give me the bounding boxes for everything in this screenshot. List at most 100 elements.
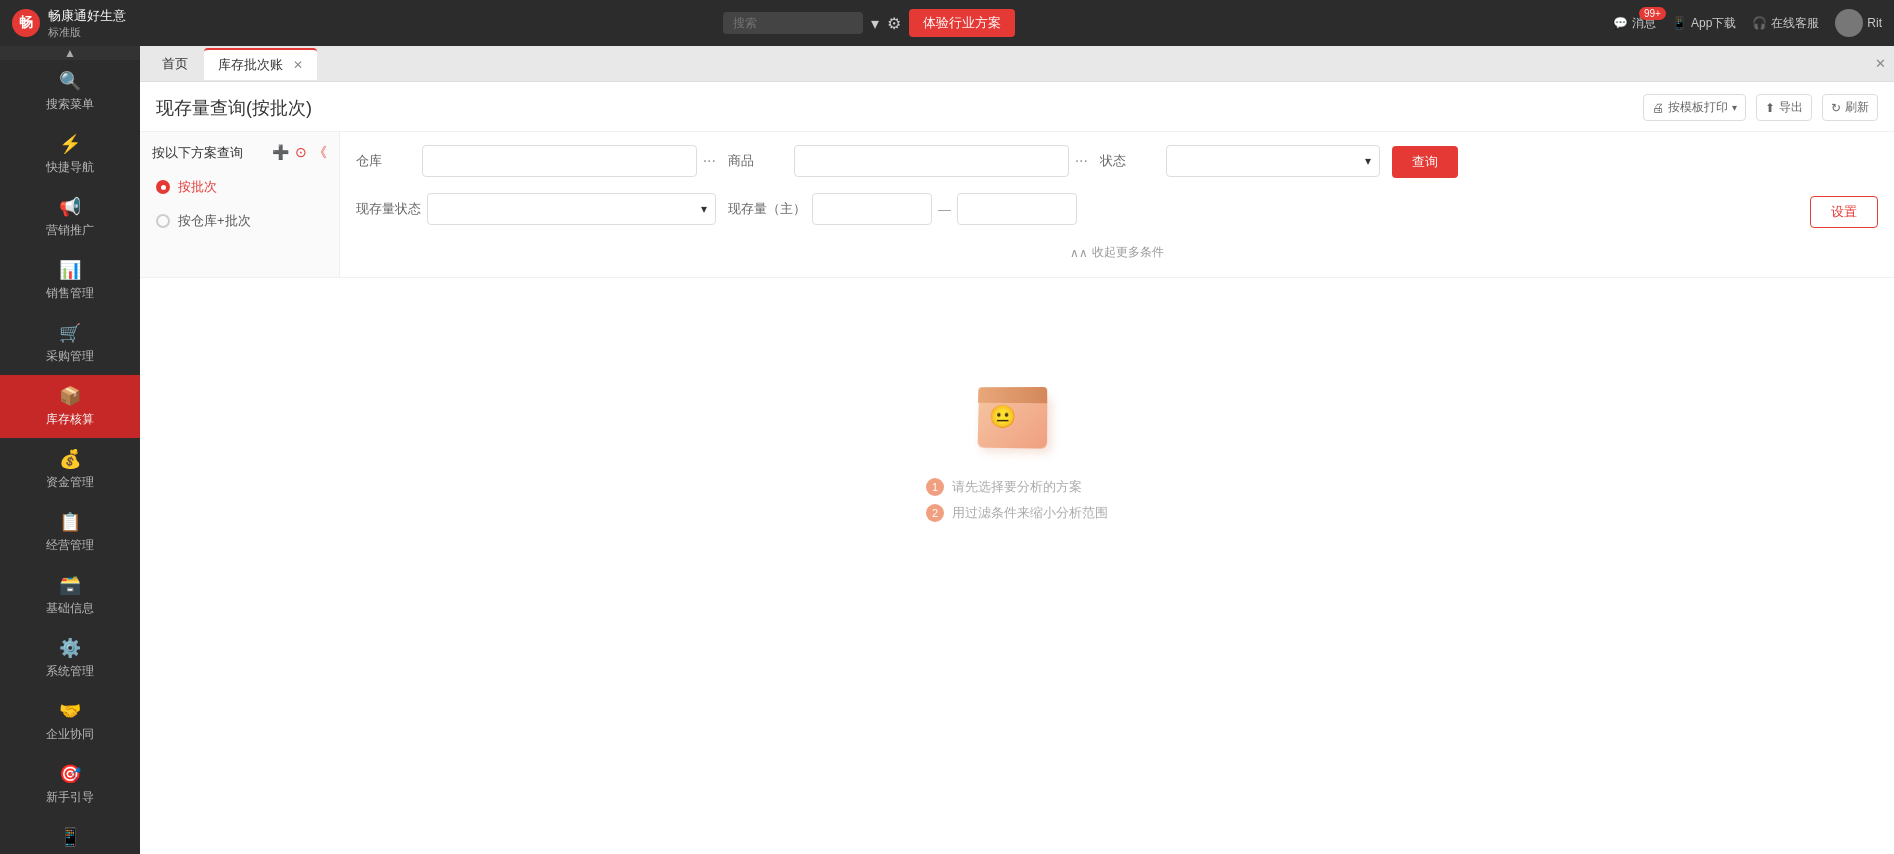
sidebar-item-app-center[interactable]: 📱 应用中心 <box>0 816 140 854</box>
collapse-filter-icon[interactable]: 《 <box>313 144 327 162</box>
sidebar-label-finance: 资金管理 <box>46 474 94 491</box>
sidebar-label-enterprise: 企业协同 <box>46 726 94 743</box>
stock-qty-label: 现存量（主） <box>728 200 806 218</box>
sidebar-item-quick-nav[interactable]: ⚡ 快捷导航 <box>0 123 140 186</box>
finance-icon: 💰 <box>59 448 81 470</box>
collapse-btn[interactable]: ∧∧ 收起更多条件 <box>356 240 1878 265</box>
sidebar-item-sales[interactable]: 📊 销售管理 <box>0 249 140 312</box>
warehouse-label: 仓库 <box>356 152 416 170</box>
app-version: 标准版 <box>48 25 126 40</box>
sidebar-label-purchase: 采购管理 <box>46 348 94 365</box>
sidebar-item-marketing[interactable]: 📢 营销推广 <box>0 186 140 249</box>
user-info[interactable]: Rit <box>1835 9 1882 37</box>
filter-option-by-warehouse-batch[interactable]: 按仓库+批次 <box>140 204 339 238</box>
product-label: 商品 <box>728 152 788 170</box>
warehouse-field: 仓库 ··· <box>356 145 716 177</box>
topbar-left: 畅 畅康通好生意 标准版 <box>12 7 126 40</box>
tab-close-all-icon[interactable]: ✕ <box>1875 56 1886 71</box>
query-btn[interactable]: 查询 <box>1392 146 1458 178</box>
empty-steps: 1 请先选择要分析的方案 2 用过滤条件来缩小分析范围 <box>926 474 1108 526</box>
filter-sidebar-icons: ➕ ⊙ 《 <box>272 144 327 162</box>
sidebar-scroll-up[interactable]: ▲ <box>0 46 140 60</box>
stock-status-select[interactable]: ▾ <box>427 193 716 225</box>
app-logo: 畅 <box>12 9 40 37</box>
online-service-btn[interactable]: 🎧 在线客服 <box>1752 15 1819 32</box>
global-search-input[interactable] <box>723 12 863 34</box>
status-label: 状态 <box>1100 152 1160 170</box>
filter-row-2: 现存量状态 ▾ 现存量（主） — <box>356 190 1878 228</box>
tab-home[interactable]: 首页 <box>148 48 202 80</box>
radio-by-warehouse-batch <box>156 214 170 228</box>
sidebar-item-finance[interactable]: 💰 资金管理 <box>0 438 140 501</box>
status-select-chevron: ▾ <box>1365 154 1371 168</box>
sidebar-item-operations[interactable]: 📋 经营管理 <box>0 501 140 564</box>
sidebar-item-system[interactable]: ⚙️ 系统管理 <box>0 627 140 690</box>
system-icon: ⚙️ <box>59 637 81 659</box>
empty-step-2: 2 用过滤条件来缩小分析范围 <box>926 500 1108 526</box>
search-dropdown-btn[interactable]: ▾ <box>871 14 879 33</box>
add-scheme-icon[interactable]: ➕ <box>272 144 289 162</box>
page-header-actions: 🖨 按模板打印 ▾ ⬆ 导出 ↻ 刷新 <box>1643 94 1878 121</box>
print-template-btn[interactable]: 🖨 按模板打印 ▾ <box>1643 94 1746 121</box>
sidebar-item-enterprise[interactable]: 🤝 企业协同 <box>0 690 140 753</box>
filter-sidebar-header: 按以下方案查询 ➕ ⊙ 《 <box>140 144 339 170</box>
app-download-btn[interactable]: 📱 App下载 <box>1672 15 1736 32</box>
stock-qty-max-input[interactable] <box>957 193 1077 225</box>
newbie-icon: 🎯 <box>59 763 81 785</box>
tab-bar: 首页 库存批次账 ✕ ✕ <box>140 46 1894 82</box>
tab-close-icon[interactable]: ✕ <box>293 58 303 72</box>
topbar-center: ▾ ⚙ 体验行业方案 <box>723 9 1015 37</box>
filter-panel: 按以下方案查询 ➕ ⊙ 《 按批次 <box>140 132 1894 278</box>
sidebar-item-search-menu[interactable]: 🔍 搜索菜单 <box>0 60 140 123</box>
sidebar-item-purchase[interactable]: 🛒 采购管理 <box>0 312 140 375</box>
app-center-icon: 📱 <box>59 826 81 848</box>
user-avatar <box>1835 9 1863 37</box>
stock-qty-min-input[interactable] <box>812 193 932 225</box>
filter-option-by-batch[interactable]: 按批次 <box>140 170 339 204</box>
product-input[interactable] <box>794 145 1069 177</box>
action-col-2: 设置 <box>1810 190 1878 228</box>
filter-main: 仓库 ··· 商品 ··· 状态 <box>340 132 1894 277</box>
print-chevron-icon: ▾ <box>1732 102 1737 113</box>
filter-sidebar: 按以下方案查询 ➕ ⊙ 《 按批次 <box>140 132 340 277</box>
filter-option-by-batch-label: 按批次 <box>178 178 217 196</box>
inventory-icon: 📦 <box>59 385 81 407</box>
filter-sidebar-title: 按以下方案查询 <box>152 144 243 162</box>
content-area: 首页 库存批次账 ✕ ✕ 现存量查询(按批次) 🖨 按模板打印 ▾ <box>140 46 1894 854</box>
sidebar-label-sales: 销售管理 <box>46 285 94 302</box>
sidebar-label-newbie: 新手引导 <box>46 789 94 806</box>
refresh-btn[interactable]: ↻ 刷新 <box>1822 94 1878 121</box>
edit-scheme-icon[interactable]: ⊙ <box>295 144 307 162</box>
tab-inventory-batch[interactable]: 库存批次账 ✕ <box>204 48 317 80</box>
warehouse-more-icon[interactable]: ··· <box>703 152 716 170</box>
sidebar-label-quick-nav: 快捷导航 <box>46 159 94 176</box>
trial-btn[interactable]: 体验行业方案 <box>909 9 1015 37</box>
empty-state: 😐 1 请先选择要分析的方案 2 用过滤条件来缩小分析范围 <box>140 278 1894 606</box>
export-btn[interactable]: ⬆ 导出 <box>1756 94 1812 121</box>
setup-btn[interactable]: 设置 <box>1810 196 1878 228</box>
stock-status-label: 现存量状态 <box>356 200 421 218</box>
status-select[interactable]: ▾ <box>1166 145 1380 177</box>
print-icon: 🖨 <box>1652 101 1664 115</box>
sidebar-label-system: 系统管理 <box>46 663 94 680</box>
collapse-label: 收起更多条件 <box>1092 244 1164 261</box>
warehouse-input[interactable] <box>422 145 697 177</box>
range-separator: — <box>938 202 951 217</box>
sales-icon: 📊 <box>59 259 81 281</box>
topbar-settings-btn[interactable]: ⚙ <box>887 14 901 33</box>
sidebar-item-basic-info[interactable]: 🗃️ 基础信息 <box>0 564 140 627</box>
action-col: 查询 <box>1392 144 1458 178</box>
sidebar-label-inventory: 库存核算 <box>46 411 94 428</box>
sidebar-item-newbie[interactable]: 🎯 新手引导 <box>0 753 140 816</box>
sidebar-item-inventory[interactable]: 📦 库存核算 <box>0 375 140 438</box>
message-btn[interactable]: 💬 消息 99+ <box>1613 15 1656 32</box>
stock-qty-range: — <box>812 193 1088 225</box>
user-name: Rit <box>1867 16 1882 30</box>
refresh-icon: ↻ <box>1831 101 1841 115</box>
search-menu-icon: 🔍 <box>59 70 81 92</box>
product-more-icon[interactable]: ··· <box>1075 152 1088 170</box>
status-field: 状态 ▾ <box>1100 145 1380 177</box>
topbar: 畅 畅康通好生意 标准版 ▾ ⚙ 体验行业方案 💬 消息 99+ 📱 App下载… <box>0 0 1894 46</box>
collapse-chevron-icon: ∧∧ <box>1070 246 1088 260</box>
filter-row-1: 仓库 ··· 商品 ··· 状态 <box>356 144 1878 178</box>
